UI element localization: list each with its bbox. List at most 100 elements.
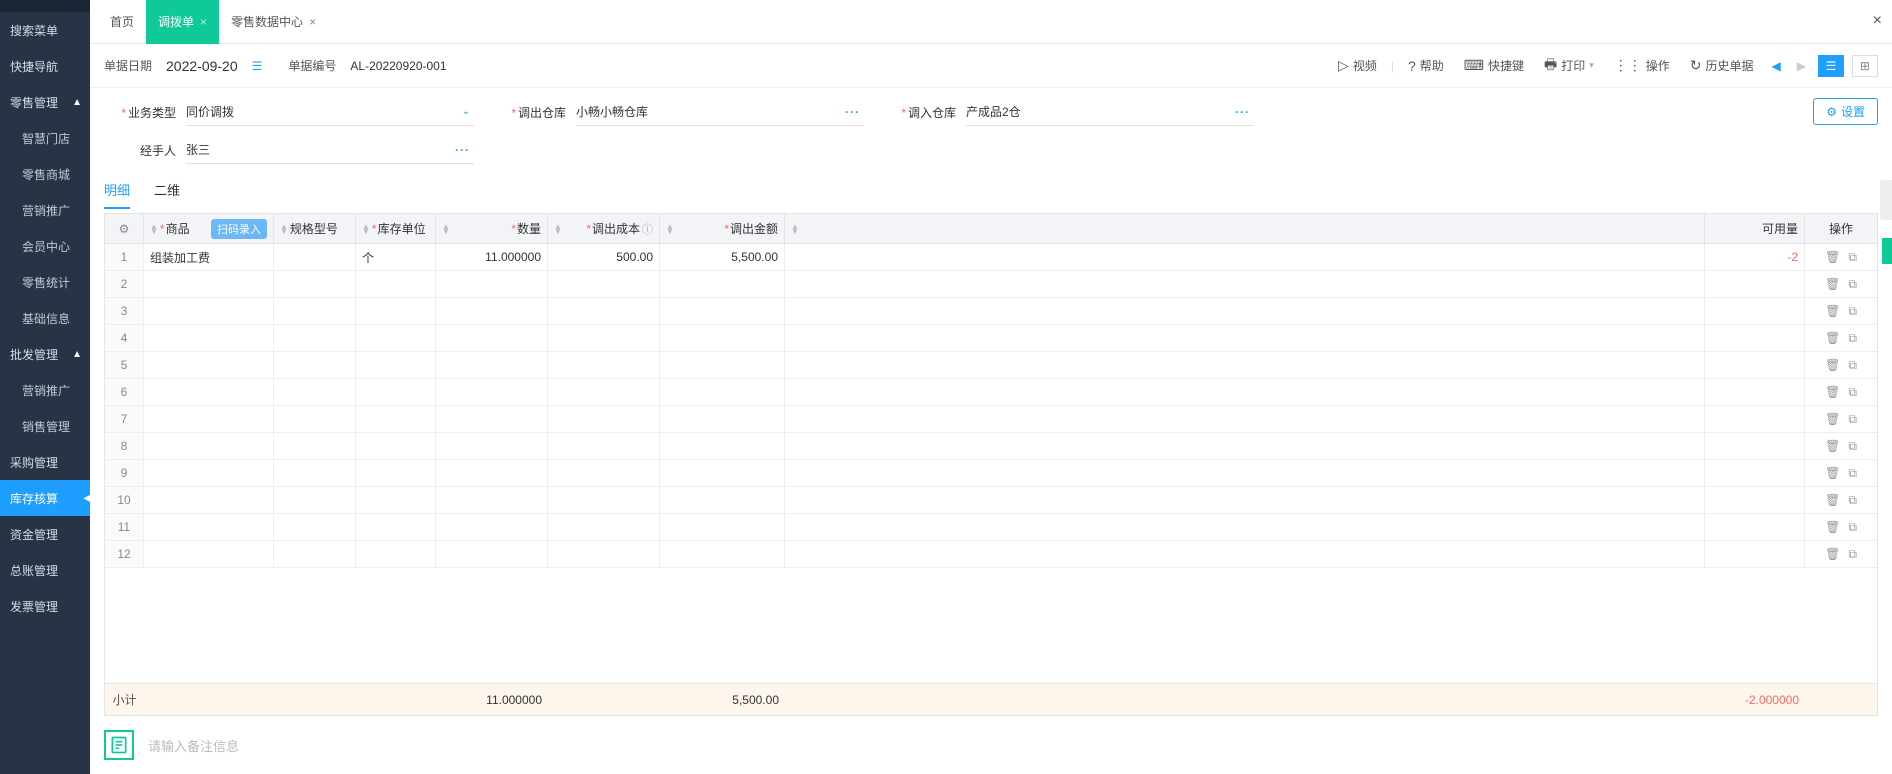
sidebar-item-quicknav[interactable]: 快捷导航	[0, 48, 90, 84]
sidebar-item-search[interactable]: 搜索菜单	[0, 12, 90, 48]
delete-icon[interactable]: 🗑	[1825, 439, 1840, 453]
copy-icon[interactable]: ⧉	[1848, 439, 1857, 454]
table-row[interactable]: 7🗑⧉	[105, 406, 1877, 433]
shortcut-link[interactable]: ⌨快捷键	[1458, 57, 1530, 74]
col-spec[interactable]: ▲▼规格型号	[274, 214, 356, 243]
table-row[interactable]: 4🗑⧉	[105, 325, 1877, 352]
table-row[interactable]: 8🗑⧉	[105, 433, 1877, 460]
col-product[interactable]: ▲▼*商品扫码录入	[144, 214, 274, 243]
sidebar-item-inventory[interactable]: 库存核算	[0, 480, 90, 516]
table-row[interactable]: 11🗑⧉	[105, 514, 1877, 541]
col-unit[interactable]: ▲▼*库存单位	[356, 214, 436, 243]
col-avail[interactable]: 可用量	[1705, 214, 1805, 243]
table-row[interactable]: 12🗑⧉	[105, 541, 1877, 568]
calendar-icon[interactable]: ☰	[252, 59, 263, 73]
copy-icon[interactable]: ⧉	[1848, 493, 1857, 508]
cell-product[interactable]: 组装加工费	[144, 244, 274, 270]
handler-select[interactable]: 张三···	[186, 136, 474, 164]
delete-icon[interactable]: 🗑	[1825, 304, 1840, 318]
sort-icon[interactable]: ▲▼	[554, 224, 562, 234]
video-link[interactable]: ▷视频	[1332, 57, 1383, 74]
note-icon[interactable]	[104, 730, 134, 760]
col-cost[interactable]: ▲▼*调出成本ⓘ	[548, 214, 660, 243]
out-wh-select[interactable]: 小畅小畅仓库···	[576, 98, 864, 126]
scan-button[interactable]: 扫码录入	[211, 219, 267, 239]
sidebar-item-base-info[interactable]: 基础信息	[0, 300, 90, 336]
sort-icon[interactable]: ▲▼	[280, 224, 288, 234]
sidebar-item-retail[interactable]: 零售管理▲	[0, 84, 90, 120]
sidebar-item-member[interactable]: 会员中心	[0, 228, 90, 264]
copy-icon[interactable]: ⧉	[1848, 520, 1857, 535]
sidebar-item-retail-mall[interactable]: 零售商城	[0, 156, 90, 192]
delete-icon[interactable]: 🗑	[1825, 466, 1840, 480]
copy-icon[interactable]: ⧉	[1848, 412, 1857, 427]
table-row[interactable]: 2🗑⧉	[105, 271, 1877, 298]
delete-icon[interactable]: 🗑	[1825, 385, 1840, 399]
copy-icon[interactable]: ⧉	[1848, 250, 1857, 265]
sort-icon[interactable]: ▲▼	[791, 224, 799, 234]
tab-transfer[interactable]: 调拨单×	[146, 0, 219, 44]
tab-home[interactable]: 首页	[98, 0, 146, 44]
copy-icon[interactable]: ⧉	[1848, 547, 1857, 562]
right-drawer-handle[interactable]	[1880, 180, 1892, 220]
view-list-button[interactable]: ☰	[1818, 55, 1844, 77]
sidebar-item-smart-store[interactable]: 智慧门店	[0, 120, 90, 156]
settings-button[interactable]: ⚙设置	[1813, 98, 1878, 125]
tab-retail-data[interactable]: 零售数据中心×	[219, 0, 328, 44]
sidebar-item-ledger[interactable]: 总账管理	[0, 552, 90, 588]
col-amount[interactable]: ▲▼*调出金额	[660, 214, 785, 243]
cell-amount[interactable]: 5,500.00	[660, 244, 785, 270]
view-grid-button[interactable]: ⊞	[1852, 55, 1878, 77]
delete-icon[interactable]: 🗑	[1825, 493, 1840, 507]
sidebar-item-marketing2[interactable]: 营销推广	[0, 372, 90, 408]
subtab-2d[interactable]: 二维	[154, 180, 180, 209]
sidebar-item-fund[interactable]: 资金管理	[0, 516, 90, 552]
close-icon[interactable]: ×	[200, 15, 207, 29]
cell-spec[interactable]	[274, 244, 356, 270]
table-row[interactable]: 9🗑⧉	[105, 460, 1877, 487]
action-button[interactable]: ⋮⋮操作	[1608, 57, 1676, 74]
delete-icon[interactable]: 🗑	[1825, 412, 1840, 426]
sidebar-item-sales[interactable]: 销售管理	[0, 408, 90, 444]
cell-unit[interactable]: 个	[356, 244, 436, 270]
date-value[interactable]: 2022-09-20	[166, 58, 238, 74]
delete-icon[interactable]: 🗑	[1825, 250, 1840, 264]
cell-qty[interactable]: 11.000000	[436, 244, 548, 270]
remark-input[interactable]: 请输入备注信息	[148, 736, 1878, 755]
sidebar-item-purchase[interactable]: 采购管理	[0, 444, 90, 480]
sort-icon[interactable]: ▲▼	[362, 224, 370, 234]
copy-icon[interactable]: ⧉	[1848, 277, 1857, 292]
col-index[interactable]: ⚙	[105, 214, 144, 243]
sidebar-item-retail-stats[interactable]: 零售统计	[0, 264, 90, 300]
delete-icon[interactable]: 🗑	[1825, 547, 1840, 561]
table-row[interactable]: 10🗑⧉	[105, 487, 1877, 514]
delete-icon[interactable]: 🗑	[1825, 520, 1840, 534]
table-row[interactable]: 1 组装加工费 个 11.000000 500.00 5,500.00 -2 🗑…	[105, 244, 1877, 271]
close-all-tabs-icon[interactable]: ×	[1873, 12, 1882, 30]
sidebar-item-wholesale[interactable]: 批发管理▲	[0, 336, 90, 372]
table-row[interactable]: 6🗑⧉	[105, 379, 1877, 406]
subtab-detail[interactable]: 明细	[104, 180, 130, 209]
prev-arrow-icon[interactable]: ◀	[1768, 59, 1785, 73]
table-row[interactable]: 5🗑⧉	[105, 352, 1877, 379]
history-button[interactable]: ↻历史单据	[1684, 57, 1760, 74]
copy-icon[interactable]: ⧉	[1848, 331, 1857, 346]
sort-icon[interactable]: ▲▼	[442, 224, 450, 234]
table-row[interactable]: 3🗑⧉	[105, 298, 1877, 325]
sort-icon[interactable]: ▲▼	[666, 224, 674, 234]
right-badge[interactable]	[1882, 238, 1892, 264]
delete-icon[interactable]: 🗑	[1825, 331, 1840, 345]
biz-type-select[interactable]: 同价调拨⌄	[186, 98, 474, 126]
copy-icon[interactable]: ⧉	[1848, 466, 1857, 481]
cell-cost[interactable]: 500.00	[548, 244, 660, 270]
copy-icon[interactable]: ⧉	[1848, 358, 1857, 373]
copy-icon[interactable]: ⧉	[1848, 304, 1857, 319]
sidebar-item-marketing1[interactable]: 营销推广	[0, 192, 90, 228]
copy-icon[interactable]: ⧉	[1848, 385, 1857, 400]
delete-icon[interactable]: 🗑	[1825, 277, 1840, 291]
close-icon[interactable]: ×	[309, 15, 316, 29]
in-wh-select[interactable]: 产成品2仓···	[966, 98, 1254, 126]
gear-icon[interactable]: ⚙	[119, 222, 130, 236]
sidebar-item-invoice[interactable]: 发票管理	[0, 588, 90, 624]
print-button[interactable]: 🖶打印▾	[1538, 54, 1600, 78]
